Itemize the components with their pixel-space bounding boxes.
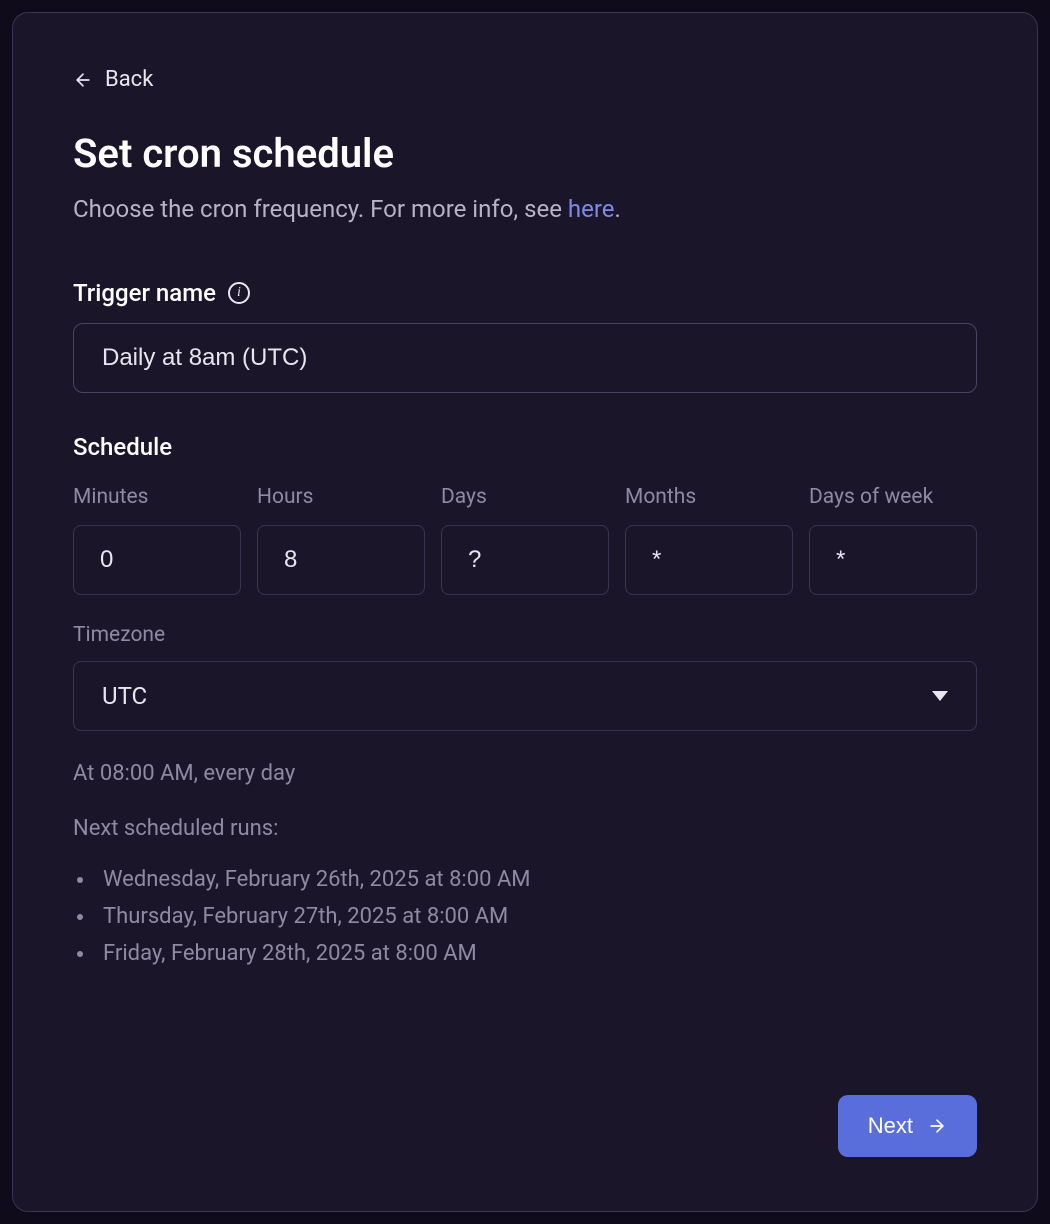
page-subtitle: Choose the cron frequency. For more info… [73,195,977,223]
days-input[interactable] [441,525,609,595]
next-runs-label: Next scheduled runs: [73,816,977,841]
next-label: Next [868,1113,913,1139]
minutes-input[interactable] [73,525,241,595]
subtitle-prefix: Choose the cron frequency. For more info… [73,195,568,223]
back-label: Back [105,67,153,92]
page-title: Set cron schedule [73,130,977,177]
trigger-name-label: Trigger name [73,279,216,307]
months-label: Months [625,485,793,509]
schedule-label: Schedule [73,433,977,461]
next-runs-list: Wednesday, February 26th, 2025 at 8:00 A… [73,861,977,972]
timezone-select[interactable]: UTC [73,661,977,731]
bullet-icon [77,877,83,883]
days-of-week-input[interactable] [809,525,977,595]
minutes-label: Minutes [73,485,241,509]
list-item: Wednesday, February 26th, 2025 at 8:00 A… [77,861,977,898]
hours-label: Hours [257,485,425,509]
days-label: Days [441,485,609,509]
days-of-week-label: Days of week [809,485,977,509]
cron-schedule-modal: Back Set cron schedule Choose the cron f… [12,12,1038,1212]
schedule-summary: At 08:00 AM, every day [73,761,977,786]
run-time: Thursday, February 27th, 2025 at 8:00 AM [103,904,508,929]
months-input[interactable] [625,525,793,595]
subtitle-suffix: . [614,195,620,223]
hours-input[interactable] [257,525,425,595]
docs-link[interactable]: here [568,195,615,223]
timezone-label: Timezone [73,623,977,647]
arrow-left-icon [73,70,93,90]
run-time: Wednesday, February 26th, 2025 at 8:00 A… [103,867,531,892]
bullet-icon [77,951,83,957]
arrow-right-icon [927,1116,947,1136]
run-time: Friday, February 28th, 2025 at 8:00 AM [103,941,477,966]
info-icon[interactable]: i [228,282,250,304]
timezone-value: UTC [102,682,147,710]
back-button[interactable]: Back [73,67,153,92]
trigger-name-input[interactable] [73,323,977,393]
bullet-icon [77,914,83,920]
list-item: Thursday, February 27th, 2025 at 8:00 AM [77,898,977,935]
list-item: Friday, February 28th, 2025 at 8:00 AM [77,935,977,972]
cron-fields-row: Minutes Hours Days Months Days of week [73,485,977,595]
chevron-down-icon [932,691,948,701]
next-button[interactable]: Next [838,1095,977,1157]
